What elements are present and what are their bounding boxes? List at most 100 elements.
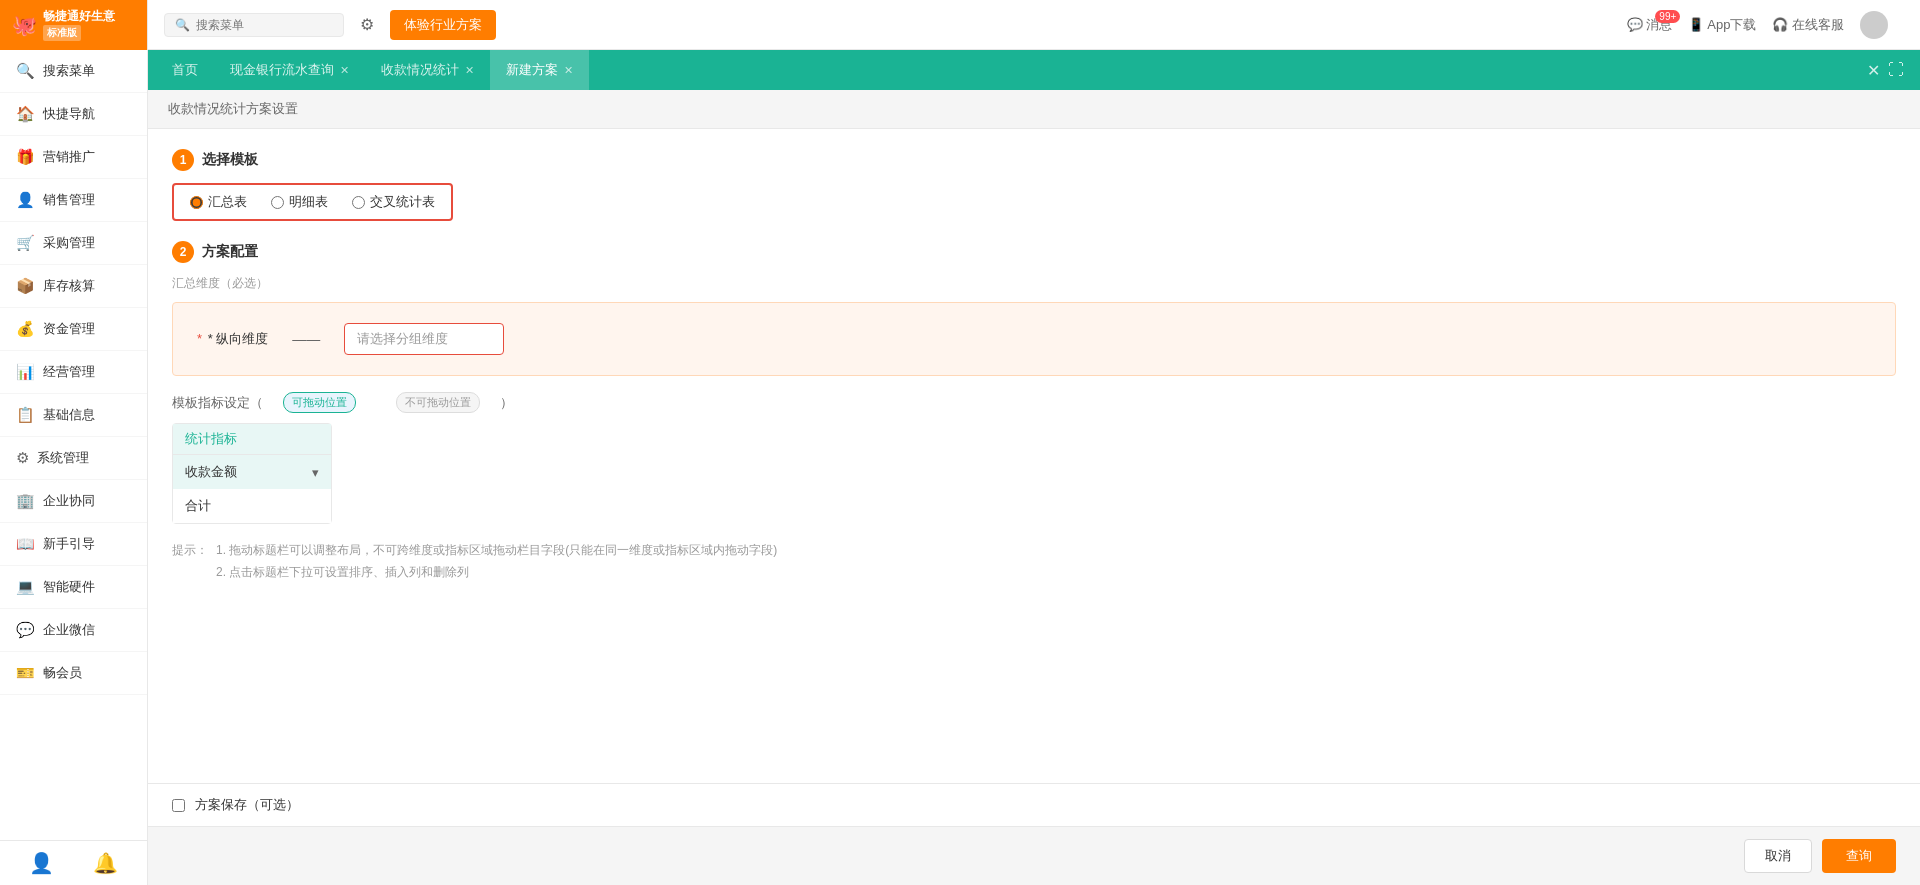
sales-icon: 👤: [16, 191, 35, 209]
download-label: App下载: [1707, 17, 1756, 32]
tip-text-1: 1. 拖动标题栏可以调整布局，不可跨维度或指标区域拖动栏目字段(只能在同一维度或…: [216, 540, 777, 562]
sidebar-bottom: 👤 🔔: [0, 840, 147, 885]
sidebar-item-purchase[interactable]: 🛒采购管理: [0, 222, 147, 265]
trial-button[interactable]: 体验行业方案: [390, 10, 496, 40]
sidebar-item-label: 库存核算: [43, 277, 95, 295]
tab-bank[interactable]: 现金银行流水查询 ✕: [214, 50, 365, 90]
tip-label: 提示：: [172, 540, 208, 562]
sidebar-item-label: 搜索菜单: [43, 62, 95, 80]
sidebar-item-label: 基础信息: [43, 406, 95, 424]
save-label[interactable]: 方案保存（可选）: [195, 796, 299, 814]
avatar[interactable]: [1860, 11, 1888, 39]
close-tab-bank[interactable]: ✕: [340, 64, 349, 77]
radio-summary-input[interactable]: [190, 196, 203, 209]
sidebar-item-label: 资金管理: [43, 320, 95, 338]
service-icon: 🎧: [1772, 17, 1788, 32]
cancel-button[interactable]: 取消: [1744, 839, 1812, 873]
basic-icon: 📋: [16, 406, 35, 424]
tab-label-new: 新建方案: [506, 61, 558, 79]
radio-detail[interactable]: 明细表: [271, 193, 328, 211]
sidebar: 🐙 畅捷通好生意 标准版 🔍搜索菜单🏠快捷导航🎁营销推广👤销售管理🛒采购管理📦库…: [0, 0, 148, 885]
logo-text: 畅捷通好生意: [43, 9, 115, 23]
tab-new[interactable]: 新建方案 ✕: [490, 50, 589, 90]
sidebar-item-basic[interactable]: 📋 基础信息: [0, 394, 147, 437]
dimension-config-label: 汇总维度（必选）: [172, 275, 1896, 292]
notification-area[interactable]: 💬 消息 99+: [1627, 16, 1673, 34]
page-title: 收款情况统计方案设置: [168, 101, 298, 116]
sidebar-item-guide[interactable]: 📖新手引导: [0, 523, 147, 566]
sidebar-item-hardware[interactable]: 💻 智能硬件: [0, 566, 147, 609]
dimension-arrow: ——: [292, 331, 320, 347]
sidebar-item-member[interactable]: 🎫 畅会员: [0, 652, 147, 695]
tab-home[interactable]: 首页: [156, 50, 214, 90]
metrics-table-header[interactable]: 统计指标: [173, 424, 331, 455]
radio-detail-input[interactable]: [271, 196, 284, 209]
step2-header: 2 方案配置: [172, 241, 1896, 263]
sidebar-item-sales[interactable]: 👤销售管理: [0, 179, 147, 222]
gear-icon[interactable]: ⚙: [360, 15, 374, 34]
sidebar-item-label: 智能硬件: [43, 578, 95, 596]
vertical-label-text: * 纵向维度: [208, 331, 269, 346]
close-tab-new[interactable]: ✕: [564, 64, 573, 77]
sidebar-item-wechat[interactable]: 💬企业微信: [0, 609, 147, 652]
radio-summary-label: 汇总表: [208, 193, 247, 211]
step1-number: 1: [172, 149, 194, 171]
sidebar-item-system[interactable]: ⚙系统管理: [0, 437, 147, 480]
radio-summary[interactable]: 汇总表: [190, 193, 247, 211]
page-title-bar: 收款情况统计方案设置: [148, 90, 1920, 129]
step2-section: 2 方案配置 汇总维度（必选） * * 纵向维度 ——: [172, 241, 1896, 583]
sidebar-bottom-icon-1[interactable]: 👤: [29, 851, 54, 875]
query-button[interactable]: 查询: [1822, 839, 1896, 873]
radio-cross[interactable]: 交叉统计表: [352, 193, 435, 211]
metrics-row-amount[interactable]: 收款金额 ▾: [173, 455, 331, 489]
service-label: 在线客服: [1792, 17, 1844, 32]
tip-text-2: 2. 点击标题栏下拉可设置排序、插入列和删除列: [216, 562, 469, 584]
sidebar-item-label: 快捷导航: [43, 105, 95, 123]
step2-title: 方案配置: [202, 243, 258, 261]
footer-bar: 取消 查询: [148, 826, 1920, 885]
main-area: 🔍 ⚙ 体验行业方案 💬 消息 99+ 📱 App下载 🎧 在线客服 首页现金银: [148, 0, 1920, 885]
sidebar-item-corp[interactable]: 🏢企业协同: [0, 480, 147, 523]
sidebar-item-search[interactable]: 🔍搜索菜单: [0, 50, 147, 93]
sidebar-item-nav[interactable]: 🏠 快捷导航: [0, 93, 147, 136]
tab-receipt[interactable]: 收款情况统计 ✕: [365, 50, 490, 90]
maximize-icon[interactable]: ⛶: [1888, 61, 1904, 80]
tab-label-receipt: 收款情况统计: [381, 61, 459, 79]
close-tab-receipt[interactable]: ✕: [465, 64, 474, 77]
metrics-dropdown-icon[interactable]: ▾: [312, 465, 319, 480]
draggable-badge: 可拖动位置: [283, 392, 356, 413]
sidebar-item-label: 新手引导: [43, 535, 95, 553]
sidebar-item-operation[interactable]: 📊经营管理: [0, 351, 147, 394]
search-icon: 🔍: [175, 18, 190, 32]
member-icon: 🎫: [16, 664, 35, 682]
step1-title: 选择模板: [202, 151, 258, 169]
metrics-header-text: 统计指标: [185, 430, 237, 448]
edition-badge: 标准版: [43, 25, 81, 41]
sidebar-item-marketing[interactable]: 🎁营销推广: [0, 136, 147, 179]
search-box[interactable]: 🔍: [164, 13, 344, 37]
nav-icon: 🏠: [16, 105, 35, 123]
inventory-icon: 📦: [16, 277, 35, 295]
purchase-icon: 🛒: [16, 234, 35, 252]
template-radio-group: 汇总表 明细表 交叉统计表: [172, 183, 453, 221]
online-service[interactable]: 🎧 在线客服: [1772, 16, 1844, 34]
app-download[interactable]: 📱 App下载: [1688, 16, 1756, 34]
sidebar-item-label: 畅会员: [43, 664, 82, 682]
tips-section: 提示： 1. 拖动标题栏可以调整布局，不可跨维度或指标区域拖动栏目字段(只能在同…: [172, 540, 1896, 583]
search-input[interactable]: [196, 18, 333, 32]
step1-header: 1 选择模板: [172, 149, 1896, 171]
metrics-close-paren: ）: [500, 394, 513, 412]
sidebar-item-finance[interactable]: 💰 资金管理: [0, 308, 147, 351]
dimension-select[interactable]: 请选择分组维度: [344, 323, 504, 355]
close-tab-icon[interactable]: ✕: [1867, 61, 1880, 80]
finance-icon: 💰: [16, 320, 35, 338]
tab-label-bank: 现金银行流水查询: [230, 61, 334, 79]
marketing-icon: 🎁: [16, 148, 35, 166]
dimension-row: * * 纵向维度 —— 请选择分组维度: [197, 323, 1871, 355]
non-draggable-badge: 不可拖动位置: [396, 392, 480, 413]
hardware-icon: 💻: [16, 578, 35, 596]
radio-cross-input[interactable]: [352, 196, 365, 209]
sidebar-bottom-icon-2[interactable]: 🔔: [93, 851, 118, 875]
save-checkbox[interactable]: [172, 799, 185, 812]
sidebar-item-inventory[interactable]: 📦 库存核算: [0, 265, 147, 308]
